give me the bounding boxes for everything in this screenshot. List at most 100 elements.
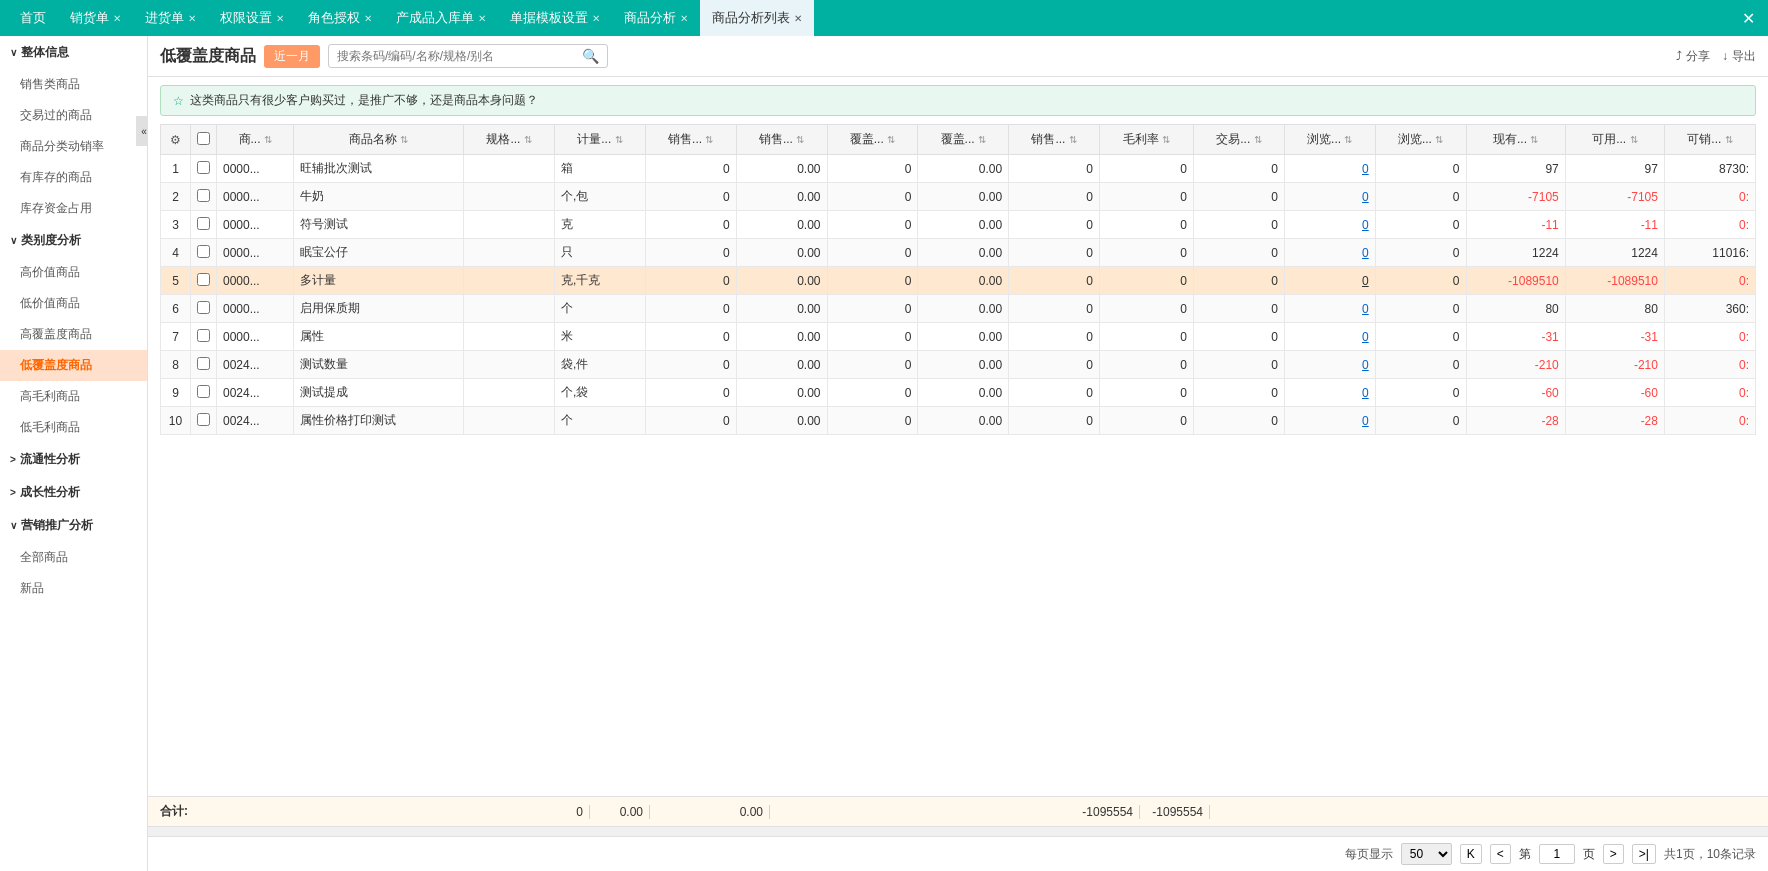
settings-icon[interactable]: ⚙	[170, 133, 181, 147]
col-name[interactable]: 商品名称 ⇅	[294, 125, 464, 155]
row-browse-link[interactable]: 0	[1284, 379, 1375, 407]
last-page-button[interactable]: >|	[1632, 844, 1656, 864]
sidebar-section-marketing[interactable]: ∨ 营销推广分析	[0, 509, 147, 542]
sidebar-item-all-goods[interactable]: 全部商品	[0, 542, 147, 573]
col-browse2[interactable]: 浏览... ⇅	[1375, 125, 1466, 155]
sidebar-item-sales-goods[interactable]: 销售类商品	[0, 69, 147, 100]
nav-product-analysis[interactable]: 商品分析 ✕	[612, 0, 700, 36]
row-select-checkbox[interactable]	[197, 301, 210, 314]
col-cover-qty[interactable]: 覆盖... ⇅	[827, 125, 918, 155]
sidebar-item-high-value[interactable]: 高价值商品	[0, 257, 147, 288]
row-checkbox[interactable]	[191, 323, 217, 351]
nav-sales[interactable]: 销货单 ✕	[58, 0, 133, 36]
sidebar-item-traded-goods[interactable]: 交易过的商品	[0, 100, 147, 131]
row-browse-link[interactable]: 0	[1284, 183, 1375, 211]
horizontal-scrollbar[interactable]	[148, 826, 1768, 836]
share-button[interactable]: ⤴ 分享	[1676, 48, 1710, 65]
row-select-checkbox[interactable]	[197, 357, 210, 370]
col-settings[interactable]: ⚙	[161, 125, 191, 155]
nav-product-analysis-list[interactable]: 商品分析列表 ✕	[700, 0, 814, 36]
nav-template-close[interactable]: ✕	[592, 13, 600, 24]
nav-permissions[interactable]: 权限设置 ✕	[208, 0, 296, 36]
nav-product-analysis-list-close[interactable]: ✕	[794, 13, 802, 24]
row-cover-qty: 0	[827, 183, 918, 211]
nav-home[interactable]: 首页	[8, 0, 58, 36]
col-sales-amt[interactable]: 销售... ⇅	[736, 125, 827, 155]
nav-template[interactable]: 单据模板设置 ✕	[498, 0, 612, 36]
nav-product-analysis-close[interactable]: ✕	[680, 13, 688, 24]
row-browse-link[interactable]: 0	[1284, 295, 1375, 323]
sidebar-section-liquidity[interactable]: > 流通性分析	[0, 443, 147, 476]
row-select-checkbox[interactable]	[197, 245, 210, 258]
sidebar-item-new-goods[interactable]: 新品	[0, 573, 147, 604]
nav-sales-close[interactable]: ✕	[113, 13, 121, 24]
row-checkbox[interactable]	[191, 239, 217, 267]
nav-production[interactable]: 产成品入库单 ✕	[384, 0, 498, 36]
row-browse-link[interactable]: 0	[1284, 323, 1375, 351]
sidebar-item-low-profit[interactable]: 低毛利商品	[0, 412, 147, 443]
col-browse1[interactable]: 浏览... ⇅	[1284, 125, 1375, 155]
row-checkbox[interactable]	[191, 267, 217, 295]
row-browse-link[interactable]: 0	[1284, 351, 1375, 379]
sidebar-item-category-rate[interactable]: 商品分类动销率	[0, 131, 147, 162]
row-select-checkbox[interactable]	[197, 413, 210, 426]
sidebar-collapse-button[interactable]: «	[136, 116, 148, 146]
nav-role-auth[interactable]: 角色授权 ✕	[296, 0, 384, 36]
filter-period-button[interactable]: 近一月	[264, 45, 320, 68]
row-select-checkbox[interactable]	[197, 161, 210, 174]
col-checkbox[interactable]	[191, 125, 217, 155]
col-gross-rate[interactable]: 毛利率 ⇅	[1100, 125, 1194, 155]
col-available[interactable]: 可用... ⇅	[1565, 125, 1664, 155]
row-salable: 8730:	[1664, 155, 1755, 183]
sidebar-item-inventory-capital[interactable]: 库存资金占用	[0, 193, 147, 224]
sidebar-section-growth[interactable]: > 成长性分析	[0, 476, 147, 509]
row-select-checkbox[interactable]	[197, 329, 210, 342]
row-checkbox[interactable]	[191, 295, 217, 323]
row-browse-link[interactable]: 0	[1284, 155, 1375, 183]
row-browse-link[interactable]: 0	[1284, 407, 1375, 435]
row-checkbox[interactable]	[191, 183, 217, 211]
col-current[interactable]: 现有... ⇅	[1466, 125, 1565, 155]
first-page-button[interactable]: K	[1460, 844, 1482, 864]
col-sales-data[interactable]: 销售... ⇅	[1009, 125, 1100, 155]
col-sales-qty[interactable]: 销售... ⇅	[645, 125, 736, 155]
nav-permissions-close[interactable]: ✕	[276, 13, 284, 24]
select-all-checkbox[interactable]	[197, 132, 210, 145]
col-salable[interactable]: 可销... ⇅	[1664, 125, 1755, 155]
row-browse-link[interactable]: 0	[1284, 267, 1375, 295]
window-close-button[interactable]: ✕	[1736, 6, 1760, 30]
nav-purchase[interactable]: 进货单 ✕	[133, 0, 208, 36]
row-select-checkbox[interactable]	[197, 385, 210, 398]
next-page-button[interactable]: >	[1603, 844, 1624, 864]
sidebar-item-low-coverage[interactable]: 低覆盖度商品	[0, 350, 147, 381]
page-input[interactable]	[1539, 844, 1575, 864]
prev-page-button[interactable]: <	[1490, 844, 1511, 864]
row-checkbox[interactable]	[191, 155, 217, 183]
row-checkbox[interactable]	[191, 351, 217, 379]
row-checkbox[interactable]	[191, 379, 217, 407]
row-select-checkbox[interactable]	[197, 189, 210, 202]
row-browse-link[interactable]: 0	[1284, 211, 1375, 239]
sidebar-item-low-value[interactable]: 低价值商品	[0, 288, 147, 319]
sidebar-item-high-coverage[interactable]: 高覆盖度商品	[0, 319, 147, 350]
sidebar-item-high-profit[interactable]: 高毛利商品	[0, 381, 147, 412]
nav-production-close[interactable]: ✕	[478, 13, 486, 24]
export-button[interactable]: ↓ 导出	[1722, 48, 1756, 65]
sidebar-section-overall[interactable]: ∨ 整体信息	[0, 36, 147, 69]
row-browse-link[interactable]: 0	[1284, 239, 1375, 267]
row-select-checkbox[interactable]	[197, 217, 210, 230]
nav-purchase-close[interactable]: ✕	[188, 13, 196, 24]
per-page-select[interactable]: 50 100 200	[1401, 843, 1452, 865]
col-code[interactable]: 商... ⇅	[217, 125, 294, 155]
nav-role-auth-close[interactable]: ✕	[364, 13, 372, 24]
col-trade[interactable]: 交易... ⇅	[1194, 125, 1285, 155]
sidebar-section-category[interactable]: ∨ 类别度分析	[0, 224, 147, 257]
col-cover-amt[interactable]: 覆盖... ⇅	[918, 125, 1009, 155]
row-checkbox[interactable]	[191, 211, 217, 239]
row-checkbox[interactable]	[191, 407, 217, 435]
search-input[interactable]	[337, 49, 582, 63]
sidebar-item-stocked-goods[interactable]: 有库存的商品	[0, 162, 147, 193]
col-spec[interactable]: 规格... ⇅	[464, 125, 555, 155]
col-unit[interactable]: 计量... ⇅	[554, 125, 645, 155]
row-select-checkbox[interactable]	[197, 273, 210, 286]
